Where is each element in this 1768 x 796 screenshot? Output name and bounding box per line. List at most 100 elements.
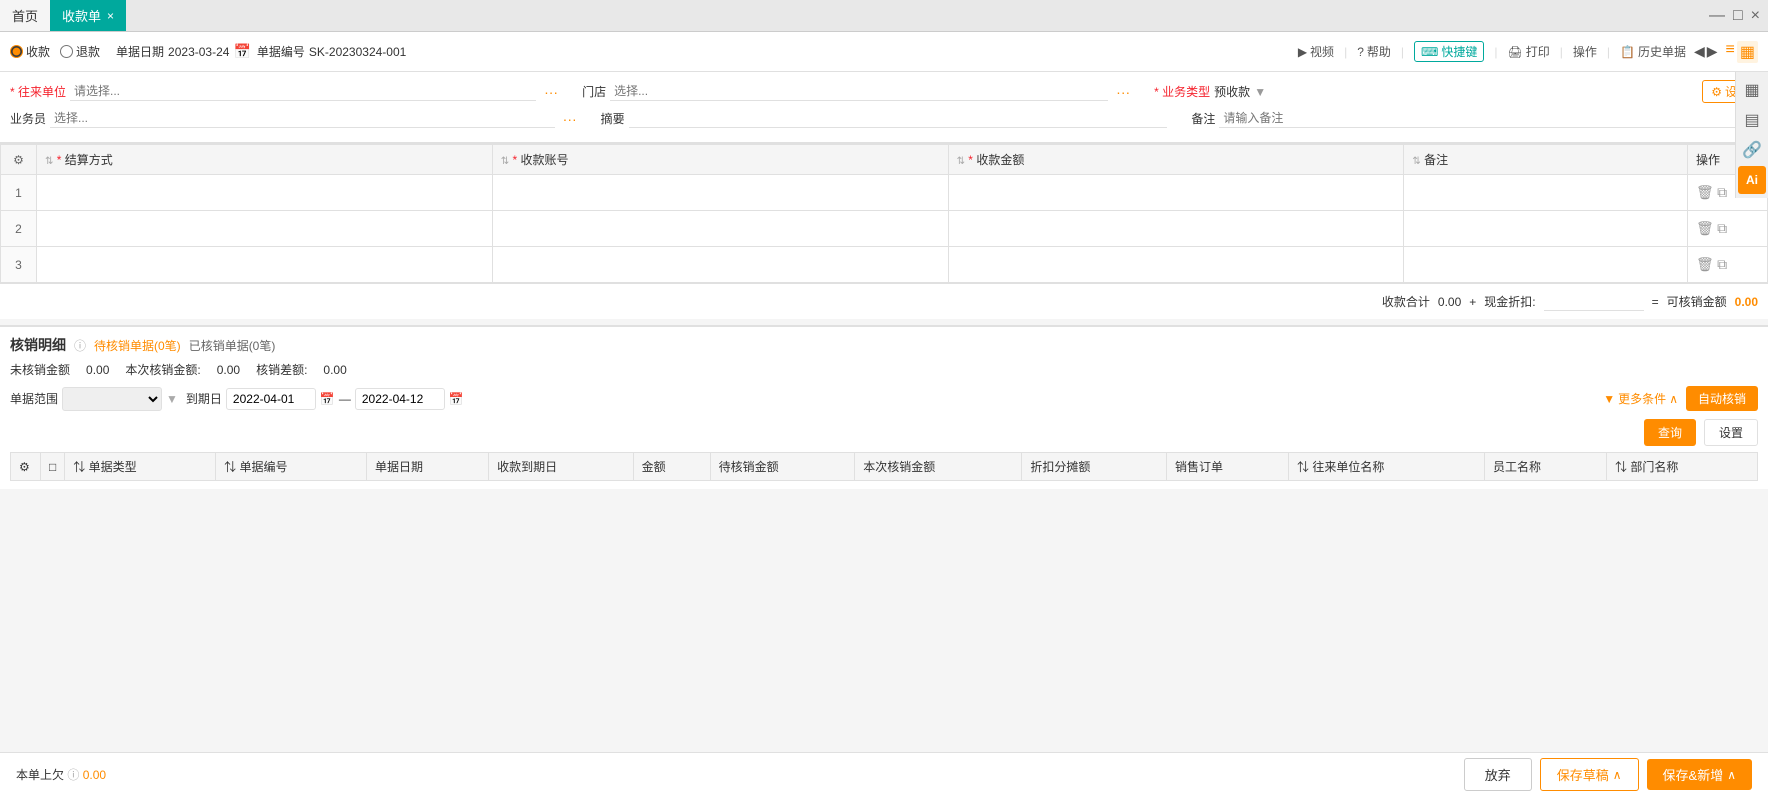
- tab-close-icon[interactable]: ×: [107, 9, 114, 23]
- radio-receipt[interactable]: [10, 45, 23, 58]
- operation-btn[interactable]: 操作: [1573, 43, 1597, 60]
- abandon-btn[interactable]: 放弃: [1464, 758, 1532, 791]
- biz-type-selector: 预收款 ▼: [1214, 83, 1266, 100]
- hexiao-info-icon[interactable]: ⓘ: [74, 337, 86, 354]
- hth-settings[interactable]: ⚙: [11, 453, 41, 481]
- store-input[interactable]: [610, 82, 1108, 101]
- row1-copy-icon[interactable]: ⧉: [1717, 184, 1727, 200]
- maximize-icon[interactable]: □: [1733, 7, 1743, 25]
- pending-tab[interactable]: 待核销单据(0笔): [94, 337, 181, 354]
- hexiao-stats: 未核销金额 0.00 本次核销金额: 0.00 核销差额: 0.00: [10, 361, 1758, 378]
- receipt-type-group: 收款 退款: [10, 43, 100, 60]
- hth-checkbox[interactable]: □: [41, 453, 65, 481]
- voucher-no-field: 单据编号 SK-20230324-001: [257, 43, 406, 60]
- done-tab[interactable]: 已核销单据(0笔): [189, 337, 276, 354]
- th-settings[interactable]: ⚙: [1, 145, 37, 175]
- print-btn[interactable]: 🖨 打印: [1507, 43, 1549, 60]
- th-amount-label: 收款金额: [976, 153, 1024, 167]
- grid-view-icon[interactable]: ▦: [1737, 41, 1758, 63]
- date-cal-icon-end[interactable]: 📅: [449, 392, 464, 406]
- bottom-info-label: 本单上欠: [16, 768, 64, 782]
- row2-account[interactable]: [492, 211, 948, 247]
- next-arrow[interactable]: ▶: [1707, 43, 1718, 60]
- video-btn[interactable]: ▶ 视频: [1298, 43, 1334, 60]
- staff-more-btn[interactable]: ···: [563, 111, 577, 127]
- prev-arrow[interactable]: ◀: [1694, 43, 1705, 60]
- separator2: |: [1401, 45, 1404, 59]
- calendar-icon[interactable]: 📅: [233, 43, 250, 60]
- tab-home[interactable]: 首页: [0, 0, 50, 31]
- due-date-start-input[interactable]: [226, 388, 316, 410]
- voucher-date-value: 2023-03-24: [168, 45, 229, 59]
- row3-delete-icon[interactable]: 🗑: [1696, 256, 1714, 272]
- net-value: 0.00: [1735, 295, 1758, 309]
- summary-input[interactable]: [629, 109, 1168, 128]
- sidebar-ai-icon-btn[interactable]: Ai: [1738, 166, 1766, 194]
- history-btn[interactable]: 📋 历史单据: [1620, 43, 1686, 60]
- radio-refund[interactable]: [60, 45, 73, 58]
- hth-due-date: 收款到期日: [489, 453, 634, 481]
- help-btn[interactable]: ? 帮助: [1357, 43, 1391, 60]
- list-view-icon[interactable]: ≡: [1726, 41, 1735, 63]
- auto-cancel-btn[interactable]: 自动核销: [1686, 386, 1758, 411]
- discount-input[interactable]: [1544, 292, 1644, 311]
- more-conditions-btn[interactable]: ▼ 更多条件 ∧: [1603, 390, 1678, 407]
- staff-label: 业务员: [10, 110, 46, 127]
- diff-label: 核销差额:: [256, 361, 307, 378]
- note-input[interactable]: [1219, 109, 1758, 128]
- radio-refund-label[interactable]: 退款: [60, 43, 100, 60]
- query-btn[interactable]: 查询: [1644, 419, 1696, 446]
- right-sidebar: ▦ ▤ 🔗 Ai: [1735, 72, 1768, 198]
- row3-note[interactable]: [1404, 247, 1688, 283]
- row3-copy-icon[interactable]: ⧉: [1717, 256, 1727, 272]
- uncancelled-value: 0.00: [86, 363, 109, 377]
- save-draft-btn[interactable]: 保存草稿 ∧: [1540, 758, 1639, 791]
- hexiao-settings-btn[interactable]: 设置: [1704, 419, 1758, 446]
- hexiao-table: ⚙ □ ⇅ 单据类型 ⇅ 单据编号 单据日期 收款到期日 金额 待核销金额 本次…: [10, 452, 1758, 481]
- th-payment-label: 结算方式: [65, 153, 113, 167]
- row3-account[interactable]: [492, 247, 948, 283]
- bottom-info: 本单上欠 ⓘ 0.00: [16, 766, 1456, 783]
- sidebar-list-icon-btn[interactable]: ▤: [1738, 106, 1766, 134]
- due-date-end-input[interactable]: [355, 388, 445, 410]
- row3-amount[interactable]: [948, 247, 1404, 283]
- row1-delete-icon[interactable]: 🗑: [1696, 184, 1714, 200]
- partner-more-btn[interactable]: ···: [544, 84, 558, 100]
- row3-payment[interactable]: [37, 247, 493, 283]
- row1-amount[interactable]: [948, 175, 1404, 211]
- row2-delete-icon[interactable]: 🗑: [1696, 220, 1714, 236]
- summary-field: 摘要: [601, 109, 1168, 128]
- range-label: 单据范围: [10, 390, 58, 407]
- hexiao-title: 核销明细: [10, 335, 66, 355]
- row2-payment[interactable]: [37, 211, 493, 247]
- date-cal-icon-start[interactable]: 📅: [320, 392, 335, 406]
- staff-input[interactable]: [50, 109, 555, 128]
- partner-input[interactable]: [70, 82, 536, 101]
- radio-receipt-label[interactable]: 收款: [10, 43, 50, 60]
- bottom-info-value: 0.00: [83, 768, 106, 782]
- biz-type-dropdown-icon[interactable]: ▼: [1254, 85, 1266, 99]
- row1-note[interactable]: [1404, 175, 1688, 211]
- store-more-btn[interactable]: ···: [1116, 84, 1130, 100]
- staff-field: 业务员 ···: [10, 109, 577, 128]
- link-icon: 🔗: [1742, 140, 1762, 160]
- row1-account[interactable]: [492, 175, 948, 211]
- sidebar-table-icon-btn[interactable]: ▦: [1738, 76, 1766, 104]
- row2-copy-icon[interactable]: ⧉: [1717, 220, 1727, 236]
- minimize-icon[interactable]: —: [1709, 7, 1725, 25]
- this-cancel-label: 本次核销金额:: [125, 361, 200, 378]
- table-row: 3 🗑 ⧉: [1, 247, 1768, 283]
- plus-sign: +: [1469, 295, 1476, 309]
- tab-receipt[interactable]: 收款单 ×: [50, 0, 126, 31]
- save-new-btn[interactable]: 保存&新增 ∧: [1647, 759, 1752, 790]
- close-icon[interactable]: ×: [1751, 7, 1760, 25]
- sidebar-link-icon-btn[interactable]: 🔗: [1738, 136, 1766, 164]
- biz-type-label: * 业务类型: [1154, 83, 1210, 100]
- row1-payment[interactable]: [37, 175, 493, 211]
- filter-right: ▼ 更多条件 ∧ 自动核销: [1603, 386, 1758, 411]
- table-wrapper: ⚙ ⇅ * 结算方式 ⇅ * 收款账号 ⇅ * 收款: [0, 144, 1768, 283]
- row2-note[interactable]: [1404, 211, 1688, 247]
- row2-amount[interactable]: [948, 211, 1404, 247]
- shortcut-btn[interactable]: ⌨ 快捷键: [1414, 41, 1484, 62]
- range-select[interactable]: [62, 387, 162, 411]
